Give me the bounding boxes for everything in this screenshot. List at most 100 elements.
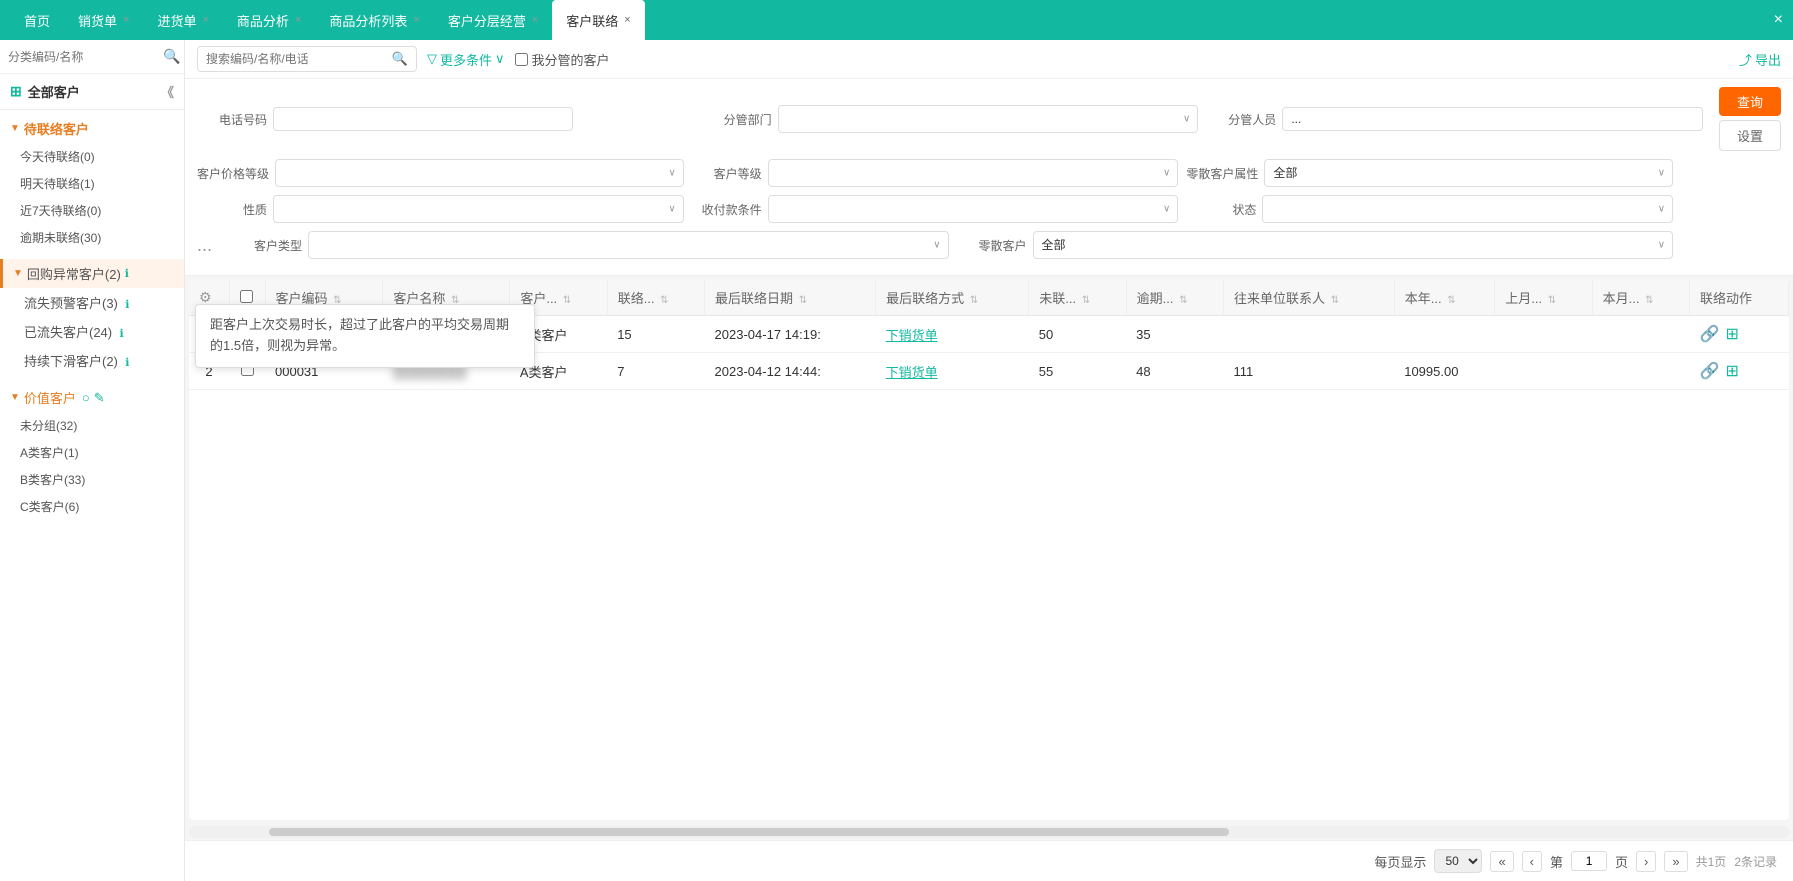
filter-retail-attr-select[interactable]: 全部: [1264, 159, 1673, 187]
th-overdue[interactable]: 逾期... ⇅: [1126, 280, 1223, 316]
sidebar-item-7days[interactable]: 近7天待联络(0): [0, 197, 184, 224]
sidebar-item-today[interactable]: 今天待联络(0): [0, 143, 184, 170]
close-icon[interactable]: ×: [202, 14, 208, 26]
next-page-button[interactable]: ›: [1636, 851, 1656, 872]
nav-tab-analysis-list[interactable]: 商品分析列表 ×: [315, 0, 433, 40]
th-unit-contact[interactable]: 往来单位联系人 ⇅: [1223, 280, 1394, 316]
scrollbar-thumb[interactable]: [269, 828, 1229, 836]
page-label: 第: [1550, 852, 1563, 871]
prev-page-button[interactable]: ‹: [1522, 851, 1542, 872]
filter-row-2: 客户价格等级 ∨ 客户等级 ∨ 零散客户属性: [197, 159, 1781, 187]
sidebar-item-ungrouped[interactable]: 未分组(32): [0, 412, 184, 439]
close-icon[interactable]: ×: [624, 14, 630, 26]
sort-icon: ⇅: [1179, 295, 1187, 306]
edit-icon[interactable]: ✎: [94, 390, 105, 406]
filter-person-input[interactable]: [1282, 107, 1703, 131]
search-icon[interactable]: 🔍: [392, 51, 408, 67]
nav-tab-analysis[interactable]: 商品分析 ×: [223, 0, 315, 40]
filter-customer-type: 客户类型 ∨: [232, 231, 949, 259]
sidebar-group-value: ▼ 价值客户 ○ ✎ 未分组(32) A类客户(1) B类客户(33) C类客户…: [0, 379, 184, 524]
more-action-icon[interactable]: ⊞: [1725, 361, 1738, 381]
th-contact[interactable]: 联络... ⇅: [607, 280, 704, 316]
sort-icon: ⇅: [1331, 295, 1339, 306]
last-page-button[interactable]: »: [1664, 851, 1687, 872]
sidebar-search-input[interactable]: [8, 50, 163, 64]
sidebar-item-loss-warning[interactable]: 流失预警客户(3) ℹ: [0, 288, 184, 317]
chevron-down-icon: ▼: [10, 123, 20, 134]
nav-tab-customer-layer[interactable]: 客户分层经营 ×: [434, 0, 552, 40]
more-dots[interactable]: ...: [197, 235, 212, 256]
nav-tab-customer-contact[interactable]: 客户联络 ×: [552, 0, 644, 40]
nav-tab-home[interactable]: 首页: [10, 11, 64, 30]
nav-tab-purchase[interactable]: 进货单 ×: [143, 0, 222, 40]
filter-row-3: 性质 ∨ 收付款条件 ∨ 状态: [197, 195, 1781, 223]
close-icon[interactable]: ×: [295, 14, 301, 26]
sidebar-group-value-title[interactable]: ▼ 价值客户 ○ ✎: [0, 383, 184, 412]
my-customers-filter[interactable]: 我分管的客户: [515, 50, 610, 69]
sidebar-item-declining[interactable]: 持续下滑客户(2) ℹ: [0, 346, 184, 375]
cell-last-method[interactable]: 下销货单: [876, 316, 1029, 353]
per-page-select[interactable]: 50: [1434, 849, 1482, 873]
sidebar-group-abnormal-title[interactable]: ▼ 回购异常客户(2) ℹ: [0, 259, 184, 288]
close-icon[interactable]: ×: [532, 14, 538, 26]
chevron-down-icon: ▼: [13, 268, 23, 279]
th-not-contacted[interactable]: 未联... ⇅: [1029, 280, 1126, 316]
page-input[interactable]: [1571, 851, 1607, 871]
contact-icon[interactable]: 🔗: [1700, 324, 1720, 344]
sidebar-item-overdue[interactable]: 逾期未联络(30): [0, 224, 184, 251]
export-button[interactable]: ⤴ 导出: [1739, 50, 1781, 69]
sort-icon: ⇅: [970, 295, 978, 306]
settings-button[interactable]: 设置: [1719, 120, 1781, 151]
filter-level-select[interactable]: [768, 159, 1179, 187]
filter-pay-terms-select[interactable]: [768, 195, 1179, 223]
info-icon[interactable]: ℹ: [119, 328, 123, 340]
filter-gender-select[interactable]: [273, 195, 684, 223]
sidebar-item-c-class[interactable]: C类客户(6): [0, 493, 184, 520]
cell-not-contacted: 55: [1029, 353, 1126, 390]
filter-customer-type-select[interactable]: [308, 231, 949, 259]
sidebar-item-a-class[interactable]: A类客户(1): [0, 439, 184, 466]
filter-status-select-wrap: ∨: [1262, 195, 1673, 223]
first-page-button[interactable]: «: [1490, 851, 1513, 872]
cell-last-method[interactable]: 下销货单: [876, 353, 1029, 390]
info-icon[interactable]: ℹ: [125, 357, 129, 369]
th-this-year[interactable]: 本年... ⇅: [1394, 280, 1495, 316]
th-last-method[interactable]: 最后联络方式 ⇅: [876, 280, 1029, 316]
circle-icon[interactable]: ○: [82, 390, 90, 405]
sidebar-item-tomorrow[interactable]: 明天待联络(1): [0, 170, 184, 197]
filter-level-select-wrap: ∨: [768, 159, 1179, 187]
total-pages-label: 共1页: [1696, 853, 1727, 870]
sidebar-item-b-class[interactable]: B类客户(33): [0, 466, 184, 493]
filter-dept-select[interactable]: [778, 105, 1199, 133]
sidebar-item-lost[interactable]: 已流失客户(24) ℹ: [0, 317, 184, 346]
search-input-wrap: 🔍: [197, 46, 417, 72]
close-icon[interactable]: ×: [413, 14, 419, 26]
close-all-button[interactable]: ×: [1774, 11, 1783, 29]
filter-phone-input[interactable]: [273, 107, 573, 131]
more-conditions-button[interactable]: ▽ 更多条件 ∨: [427, 50, 505, 69]
tooltip-box: 距客户上次交易时长，超过了此客户的平均交易周期的1.5倍，则视为异常。: [195, 304, 535, 368]
select-all-checkbox[interactable]: [240, 290, 253, 303]
sidebar-collapse-button[interactable]: 《: [161, 82, 174, 101]
contact-icon[interactable]: 🔗: [1700, 361, 1720, 381]
th-last-date[interactable]: 最后联络日期 ⇅: [705, 280, 876, 316]
filter-retail-select[interactable]: 全部: [1033, 231, 1674, 259]
sidebar-group-pending-title[interactable]: ▼ 待联络客户: [0, 114, 184, 143]
filter-price-level-select[interactable]: [275, 159, 684, 187]
my-customers-checkbox[interactable]: [515, 53, 528, 66]
info-icon[interactable]: ℹ: [125, 299, 129, 311]
sidebar-group-abnormal: ▼ 回购异常客户(2) ℹ 流失预警客户(3) ℹ 已流失客户(24) ℹ 持续…: [0, 255, 184, 379]
th-last-month[interactable]: 上月... ⇅: [1495, 280, 1592, 316]
search-input[interactable]: [206, 52, 388, 66]
close-icon[interactable]: ×: [123, 14, 129, 26]
horizontal-scrollbar[interactable]: [189, 826, 1789, 838]
info-icon[interactable]: ℹ: [125, 267, 129, 280]
sidebar-search-icon[interactable]: 🔍: [163, 48, 180, 65]
th-this-month[interactable]: 本月... ⇅: [1592, 280, 1689, 316]
filter-status-select[interactable]: [1262, 195, 1673, 223]
page-unit: 页: [1615, 852, 1628, 871]
more-action-icon[interactable]: ⊞: [1725, 324, 1738, 344]
query-button[interactable]: 查询: [1719, 87, 1781, 116]
nav-tab-sales[interactable]: 销货单 ×: [64, 0, 143, 40]
gear-icon[interactable]: ⚙: [199, 289, 212, 305]
